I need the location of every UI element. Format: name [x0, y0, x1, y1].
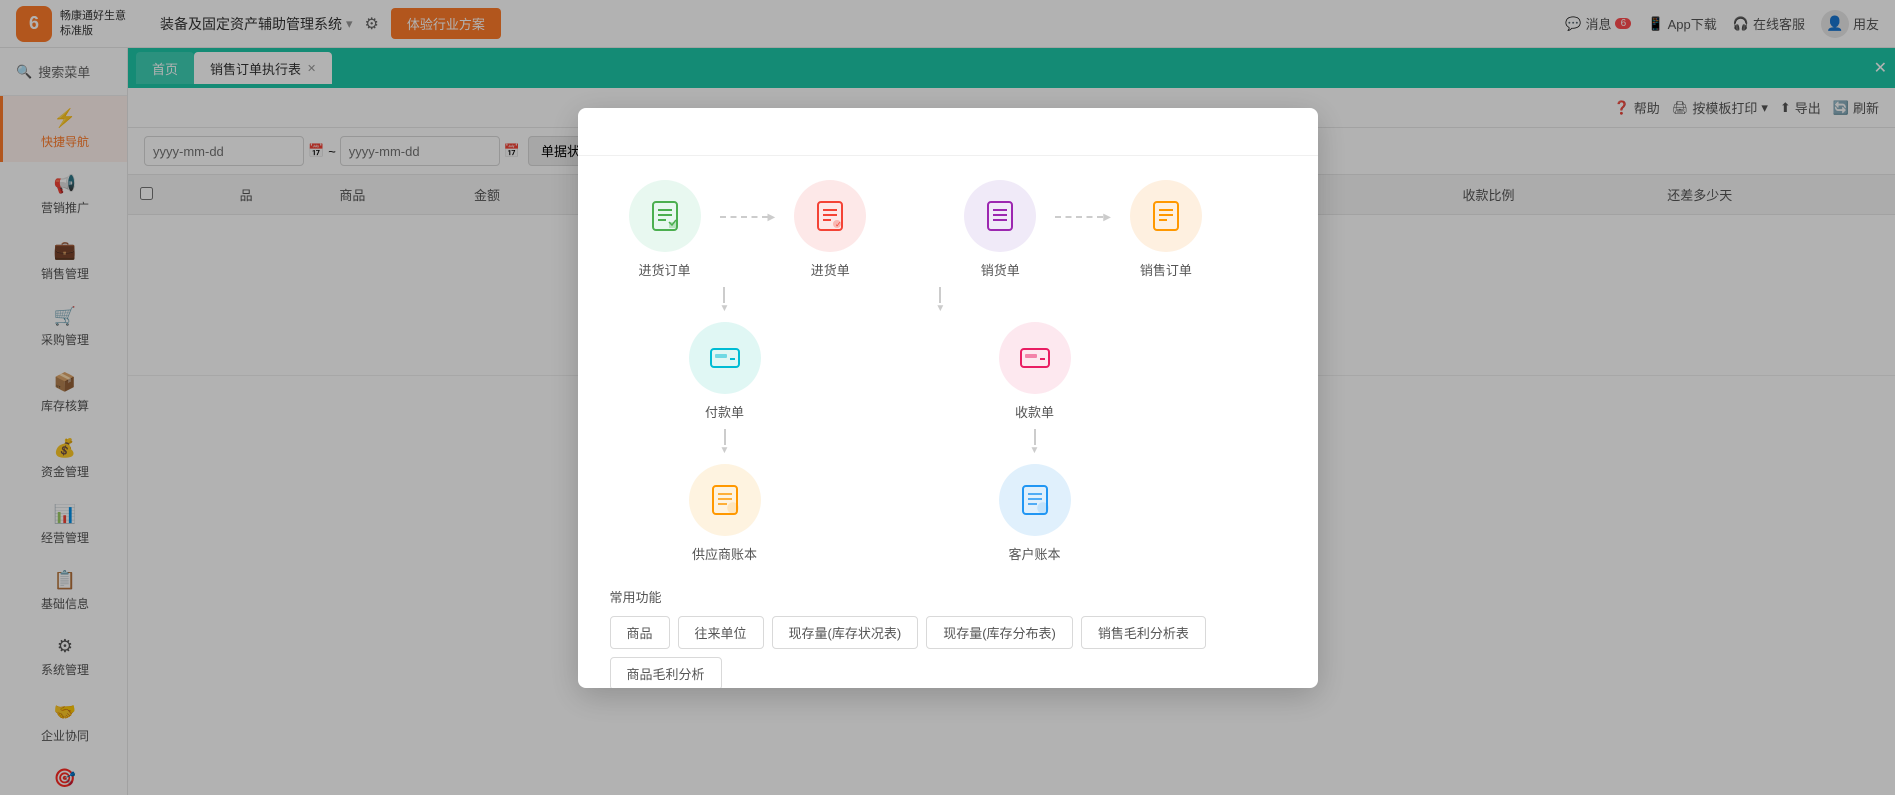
- flow-payment-out-label: 付款单: [705, 402, 744, 421]
- func-btn-product-margin[interactable]: 商品毛利分析: [610, 657, 722, 688]
- flow-supplier-account-label: 供应商账本: [692, 544, 757, 563]
- modal-header: [578, 108, 1318, 156]
- flow-payment-in-label: 收款单: [1015, 402, 1054, 421]
- modal-overlay[interactable]: 进货订单 ▶ ✓ 进货单: [0, 0, 1895, 795]
- func-btn-sales-margin[interactable]: 销售毛利分析表: [1081, 616, 1206, 649]
- flow-customer-account-icon: [999, 464, 1071, 536]
- func-btn-stock-status[interactable]: 现存量(库存状况表): [772, 616, 919, 649]
- modal-dialog: 进货订单 ▶ ✓ 进货单: [578, 108, 1318, 688]
- flow-sales-order-label: 销售订单: [1140, 260, 1192, 279]
- flow-purchase-icon: ✓: [794, 180, 866, 252]
- flow-sales-icon: [964, 180, 1036, 252]
- flow-sales-label: 销货单: [981, 260, 1020, 279]
- common-functions-title: 常用功能: [610, 587, 1286, 606]
- flow-sales[interactable]: 销货单: [945, 180, 1055, 279]
- svg-text:✓: ✓: [835, 220, 842, 229]
- func-btn-product[interactable]: 商品: [610, 616, 670, 649]
- flow-sales-order[interactable]: 销售订单: [1111, 180, 1221, 279]
- flow-customer-account[interactable]: 客户账本: [980, 464, 1090, 563]
- flow-payment-out[interactable]: 付款单: [670, 322, 780, 421]
- flow-purchase-label: 进货单: [811, 260, 850, 279]
- flow-payment-in[interactable]: 收款单: [980, 322, 1090, 421]
- flow-payment-in-icon: [999, 322, 1071, 394]
- flow-customer-account-label: 客户账本: [1008, 544, 1060, 563]
- flow-payment-out-icon: [689, 322, 761, 394]
- func-btn-stock-dist[interactable]: 现存量(库存分布表): [926, 616, 1073, 649]
- func-btn-partner[interactable]: 往来单位: [678, 616, 764, 649]
- flow-purchase-order-icon: [629, 180, 701, 252]
- modal-body: 进货订单 ▶ ✓ 进货单: [578, 156, 1318, 688]
- flow-purchase[interactable]: ✓ 进货单: [775, 180, 885, 279]
- flow-purchase-order-label: 进货订单: [638, 260, 690, 279]
- common-functions-section: 常用功能 商品 往来单位 现存量(库存状况表) 现存量(库存分布表) 销售毛利分…: [610, 587, 1286, 688]
- flow-supplier-account[interactable]: 供应商账本: [670, 464, 780, 563]
- flow-purchase-order[interactable]: 进货订单: [610, 180, 720, 279]
- flow-sales-order-icon: [1130, 180, 1202, 252]
- function-buttons-row1: 商品 往来单位 现存量(库存状况表) 现存量(库存分布表) 销售毛利分析表 商品…: [610, 616, 1286, 688]
- flow-supplier-account-icon: [689, 464, 761, 536]
